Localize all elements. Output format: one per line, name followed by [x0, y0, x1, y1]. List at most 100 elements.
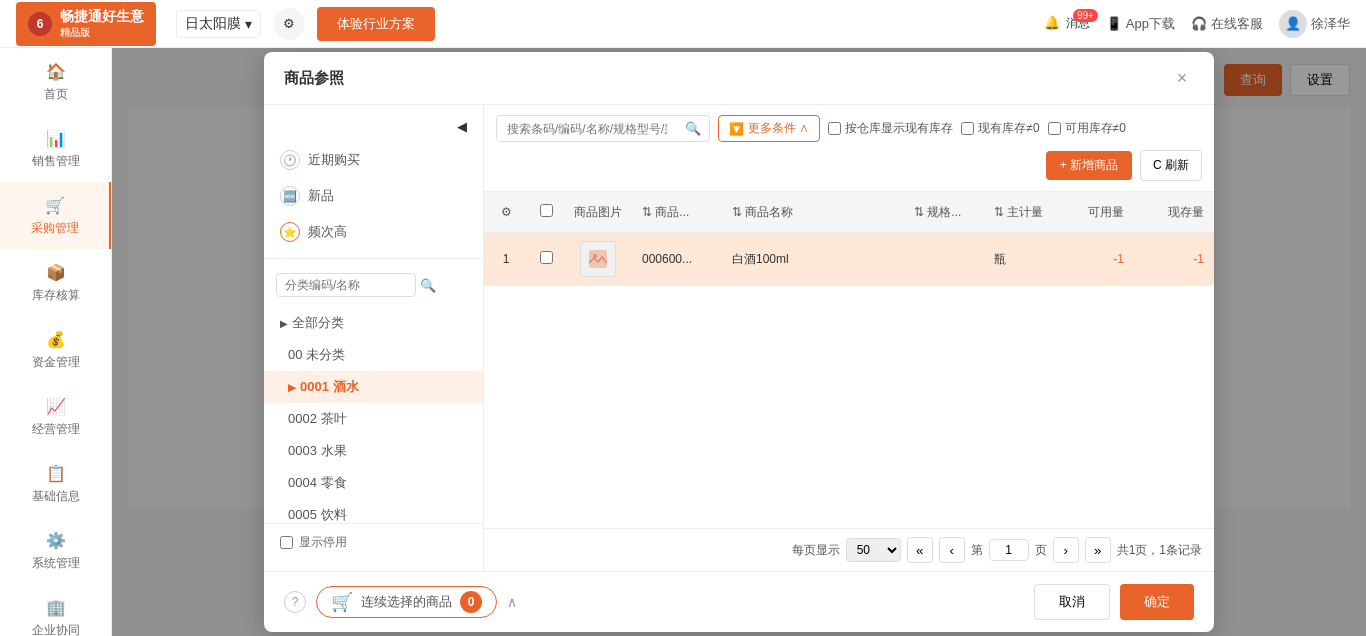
category-search-input[interactable] — [276, 273, 416, 297]
select-all-checkbox[interactable] — [540, 204, 553, 217]
frequent-icon: ⭐ — [280, 222, 300, 242]
col-header-stock: 现存量 — [1134, 192, 1214, 233]
cat-0002[interactable]: 0002 茶叶 — [264, 403, 483, 435]
category-search-row: 🔍 — [264, 267, 483, 303]
cat-0001-label: 0001 酒水 — [300, 378, 359, 396]
app-download[interactable]: 📱 App下载 — [1106, 15, 1175, 33]
cell-stock: -1 — [1134, 233, 1214, 286]
help-icon[interactable]: ? — [284, 591, 306, 613]
col-header-name[interactable]: ⇅ 商品名称 — [722, 192, 904, 233]
sidebar-item-enterprise[interactable]: 🏢 企业协同 — [0, 584, 111, 636]
col-header-check — [528, 192, 564, 233]
nonzero-checkbox[interactable] — [961, 122, 974, 135]
logo-icon: 6 — [28, 12, 52, 36]
col-header-unit[interactable]: ⇅ 主计量 — [984, 192, 1054, 233]
dropdown-icon: ▾ — [245, 16, 252, 32]
page-first-button[interactable]: « — [907, 537, 933, 563]
col-header-spec[interactable]: ⇅ 规格... — [904, 192, 984, 233]
avatar-img: 👤 — [1279, 10, 1307, 38]
footer-collapse-arrow[interactable]: ∧ — [507, 594, 517, 610]
filter-button[interactable]: 🔽 更多条件 ∧ — [718, 115, 820, 142]
col-avail-label: 可用量 — [1088, 205, 1124, 219]
page-next-button[interactable]: › — [1053, 537, 1079, 563]
username: 徐泽华 — [1311, 15, 1350, 33]
sidebar-item-finance[interactable]: 💰 资金管理 — [0, 316, 111, 383]
page-prev-button[interactable]: ‹ — [939, 537, 965, 563]
show-disabled-checkbox[interactable] — [280, 536, 293, 549]
category-tree: ▶ 全部分类 00 未分类 ▶ 0001 酒水 0002 茶 — [264, 303, 483, 523]
toolbar-row: 🔍 🔽 更多条件 ∧ 按仓库显示现有库存 — [484, 105, 1214, 192]
show-stock-checkbox-item[interactable]: 按仓库显示现有库存 — [828, 120, 953, 137]
row-checkbox[interactable] — [540, 251, 553, 264]
enterprise-icon: 🏢 — [45, 596, 67, 618]
basic-info-icon: 📋 — [45, 462, 67, 484]
cart-area[interactable]: 🛒 连续选择的商品 0 — [316, 586, 497, 618]
cell-name: 白酒100ml — [722, 233, 904, 286]
store-selector[interactable]: 日太阳膜 ▾ — [176, 10, 261, 38]
notification-count: 99+ — [1073, 9, 1098, 22]
add-product-button[interactable]: + 新增商品 — [1046, 151, 1132, 180]
cat-0005[interactable]: 0005 饮料 — [264, 499, 483, 523]
product-table-wrap: ⚙ 商品图片 — [484, 192, 1214, 528]
sidebar-item-purchase[interactable]: 🛒 采购管理 — [0, 182, 111, 249]
sidebar-label-home: 首页 — [44, 86, 68, 103]
app-download-label: App下载 — [1126, 15, 1175, 33]
col-header-code[interactable]: ⇅ 商品... — [632, 192, 722, 233]
search-icon[interactable]: 🔍 — [677, 116, 709, 141]
cell-check — [528, 233, 564, 286]
column-settings-icon[interactable]: ⚙ — [494, 200, 518, 224]
cat-0001[interactable]: ▶ 0001 酒水 — [264, 371, 483, 403]
trial-button[interactable]: 体验行业方案 — [317, 7, 435, 41]
product-search-input[interactable] — [497, 117, 677, 141]
user-avatar[interactable]: 👤 徐泽华 — [1279, 10, 1350, 38]
settings-button[interactable]: ⚙ — [273, 8, 305, 40]
cat-0003[interactable]: 0003 水果 — [264, 435, 483, 467]
cat-all[interactable]: ▶ 全部分类 — [264, 307, 483, 339]
sidebar-item-operations[interactable]: 📈 经营管理 — [0, 383, 111, 450]
sidebar-label-basic-info: 基础信息 — [32, 488, 80, 505]
sidebar-item-sales[interactable]: 📊 销售管理 — [0, 115, 111, 182]
nonzero-checkbox-item[interactable]: 现有库存≠0 — [961, 120, 1039, 137]
operations-icon: 📈 — [45, 395, 67, 417]
cart-count: 0 — [460, 591, 482, 613]
modal-overlay: 商品参照 × ◀ 🕐 近期购买 — [112, 48, 1366, 636]
sales-icon: 📊 — [45, 127, 67, 149]
recent-buy-item[interactable]: 🕐 近期购买 — [264, 142, 483, 178]
avail-nonzero-checkbox[interactable] — [1048, 122, 1061, 135]
avail-nonzero-checkbox-item[interactable]: 可用库存≠0 — [1048, 120, 1126, 137]
nonzero-label: 现有库存≠0 — [978, 120, 1039, 137]
cell-spec — [904, 233, 984, 286]
recent-buy-label: 近期购买 — [308, 151, 360, 169]
cancel-button[interactable]: 取消 — [1034, 584, 1110, 620]
online-service[interactable]: 🎧 在线客服 — [1191, 15, 1263, 33]
left-panel-collapse[interactable]: ◀ — [449, 115, 475, 138]
show-stock-checkbox[interactable] — [828, 122, 841, 135]
dialog-footer: ? 🛒 连续选择的商品 0 ∧ 取消 确定 — [264, 571, 1214, 632]
sidebar-item-system[interactable]: ⚙️ 系统管理 — [0, 517, 111, 584]
page-size-select[interactable]: 50 100 200 — [846, 538, 901, 562]
frequent-item[interactable]: ⭐ 频次高 — [264, 214, 483, 250]
sidebar-item-inventory[interactable]: 📦 库存核算 — [0, 249, 111, 316]
bell-icon: 🔔 — [1044, 15, 1060, 30]
sidebar-item-home[interactable]: 🏠 首页 — [0, 48, 111, 115]
frequent-label: 频次高 — [308, 223, 347, 241]
product-name: 白酒100ml — [732, 252, 789, 266]
dialog-close-button[interactable]: × — [1170, 66, 1194, 90]
new-items-item[interactable]: 🆕 新品 — [264, 178, 483, 214]
table-row[interactable]: 1 — [484, 233, 1214, 286]
sidebar-item-basic-info[interactable]: 📋 基础信息 — [0, 450, 111, 517]
phone-icon: 📱 — [1106, 16, 1122, 31]
category-search-icon[interactable]: 🔍 — [420, 278, 436, 293]
notification-bell[interactable]: 🔔 99+ 消息 — [1044, 15, 1090, 32]
col-header-settings: ⚙ — [484, 192, 528, 233]
cat-00-label: 00 未分类 — [288, 346, 345, 364]
page-input[interactable] — [989, 539, 1029, 561]
confirm-button[interactable]: 确定 — [1120, 584, 1194, 620]
sidebar-label-inventory: 库存核算 — [32, 287, 80, 304]
main-layout: 🏠 首页 📊 销售管理 🛒 采购管理 📦 库存核算 💰 资金管理 📈 经营管理 … — [0, 48, 1366, 636]
cat-00[interactable]: 00 未分类 — [264, 339, 483, 371]
avail-nonzero-label: 可用库存≠0 — [1065, 120, 1126, 137]
page-last-button[interactable]: » — [1085, 537, 1111, 563]
refresh-button[interactable]: C 刷新 — [1140, 150, 1202, 181]
cat-0004[interactable]: 0004 零食 — [264, 467, 483, 499]
